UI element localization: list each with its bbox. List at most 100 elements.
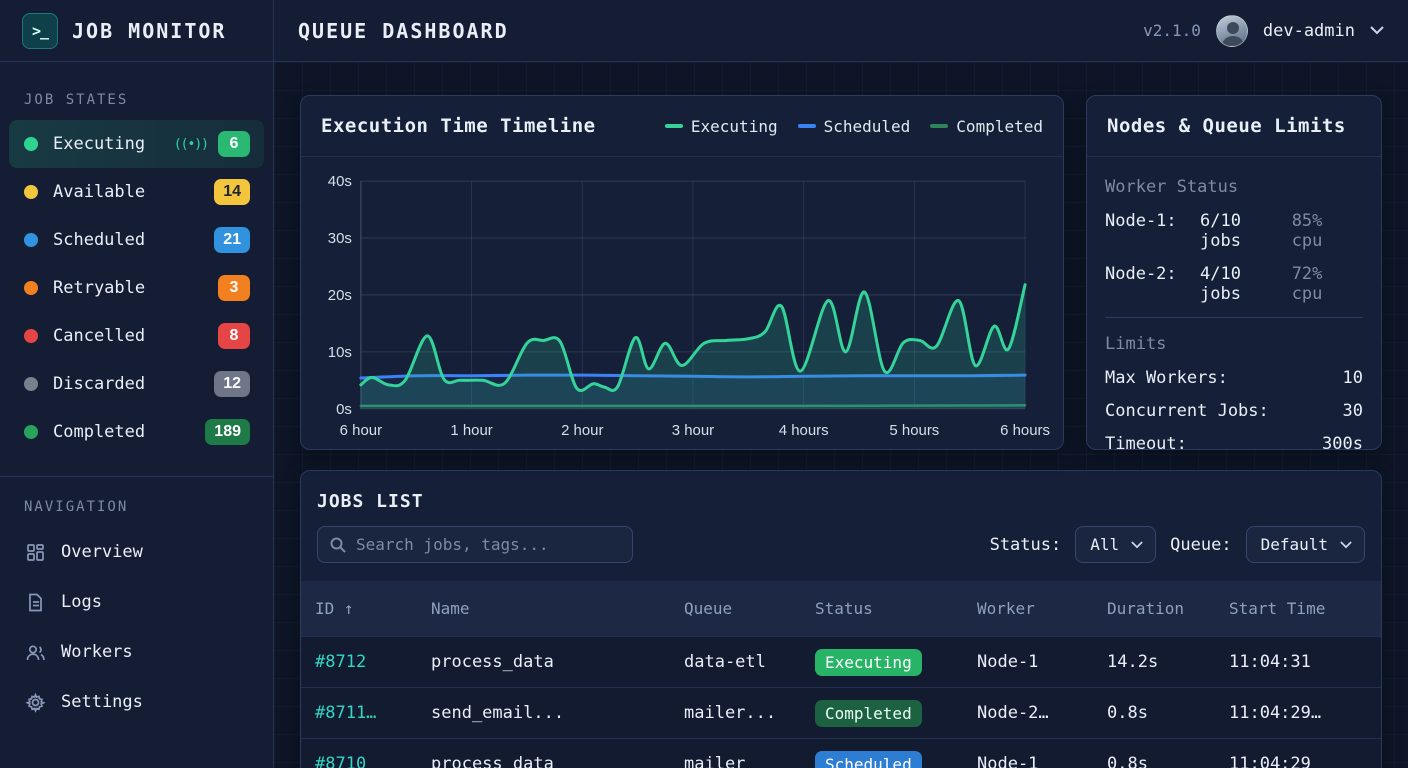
brand-area: >_ JOB MONITOR <box>0 0 274 61</box>
queue-filter-select[interactable]: Default <box>1245 526 1365 563</box>
status-filter-label: Status: <box>989 534 1062 555</box>
sidebar-item-retryable[interactable]: Retryable 3 <box>9 264 264 312</box>
state-label: Available <box>53 182 146 202</box>
jobs-list-card: JOBS LIST Status: All Que <box>300 470 1382 768</box>
node-jobs: 4/10 jobs <box>1200 264 1241 304</box>
legend-item-executing[interactable]: Executing <box>664 116 778 136</box>
nav-item-label: Workers <box>61 642 133 662</box>
job-id-link[interactable]: #8711… <box>301 703 417 723</box>
job-states-section-label: JOB STATES <box>24 92 129 108</box>
worker-status-row: Node-2: 4/10 jobs 72% cpu <box>1105 264 1363 304</box>
status-dot <box>24 137 38 151</box>
job-id-link[interactable]: #8710 <box>301 754 417 768</box>
job-start-time: 11:04:29… <box>1229 703 1322 723</box>
grid-icon <box>27 543 44 561</box>
count-badge: 3 <box>218 275 250 301</box>
table-row[interactable]: #8712 process_data data-etl Executing Node-1… <box>301 636 1381 687</box>
legend-item-scheduled[interactable]: Scheduled <box>797 116 911 136</box>
pulse-icon: ((•)) <box>173 136 209 152</box>
job-duration: 0.8s <box>1107 754 1148 768</box>
status-badge: Completed <box>815 699 922 727</box>
sidebar-item-cancelled[interactable]: Cancelled 8 <box>9 312 264 360</box>
job-worker: Node-1 <box>977 652 1039 672</box>
nodes-card-header: Nodes & Queue Limits <box>1087 96 1381 157</box>
queue-filter-label: Queue: <box>1170 534 1232 555</box>
sidebar-item-executing[interactable]: Executing ((•)) 6 <box>9 120 264 168</box>
legend-label: Scheduled <box>823 116 911 136</box>
chart-card-header: Execution Time Timeline Executing Schedul… <box>301 96 1063 157</box>
job-states-list: Executing ((•)) 6 Available 14 Scheduled 21 Ret… <box>0 120 273 456</box>
status-badge: Scheduled <box>815 750 922 768</box>
chevron-down-icon <box>1131 540 1143 548</box>
avatar[interactable] <box>1215 14 1248 47</box>
column-header-worker[interactable]: Worker <box>963 599 1093 618</box>
status-filter-select[interactable]: All <box>1075 526 1157 563</box>
column-header-name[interactable]: Name <box>417 599 670 618</box>
nodes-divider <box>1105 317 1363 318</box>
status-filter-value: All <box>1090 535 1120 554</box>
svg-text:1 hour: 1 hour <box>450 422 492 439</box>
job-queue: data-etl <box>684 652 766 672</box>
legend-dash <box>930 124 949 128</box>
chevron-down-icon <box>1340 540 1352 548</box>
sidebar-item-available[interactable]: Available 14 <box>9 168 264 216</box>
state-label: Discarded <box>53 374 146 394</box>
status-dot <box>24 185 38 199</box>
column-header-duration[interactable]: Duration <box>1093 599 1215 618</box>
sidebar-item-completed[interactable]: Completed 189 <box>9 408 264 456</box>
limit-label: Max Workers: <box>1105 368 1228 388</box>
main-content: Execution Time Timeline Executing Schedul… <box>274 62 1408 768</box>
table-row[interactable]: #8711… send_email... mailer... Completed Nod… <box>301 687 1381 738</box>
terminal-icon: >_ <box>22 12 58 49</box>
svg-text:5 hours: 5 hours <box>889 422 939 439</box>
limit-value: 10 <box>1342 368 1363 388</box>
column-header-queue[interactable]: Queue <box>670 599 801 618</box>
legend-item-completed[interactable]: Completed <box>930 117 1043 136</box>
sidebar-divider <box>0 476 273 477</box>
job-start-time: 11:04:29 <box>1229 754 1311 768</box>
header-main: QUEUE DASHBOARD v2.1.0 dev-admin <box>274 0 1408 61</box>
svg-text:30s: 30s <box>328 230 352 247</box>
job-name: process_data <box>431 652 554 672</box>
jobs-filters-row: Status: All Queue: Default <box>301 512 1381 581</box>
nodes-card-body: Worker Status Node-1: 6/10 jobs 85% cpu Nod… <box>1087 157 1381 487</box>
limit-value: 300s <box>1322 434 1363 454</box>
node-cpu: 85% cpu <box>1291 211 1323 251</box>
sidebar-item-logs[interactable]: Logs <box>0 577 273 627</box>
table-row[interactable]: #8710 process_data mailer Scheduled Node-1 0.… <box>301 738 1381 768</box>
legend-dash <box>664 124 683 128</box>
chart-legend: Executing Scheduled Completed <box>664 116 1043 136</box>
node-name: Node-2: <box>1105 264 1177 284</box>
app-brand: JOB MONITOR <box>72 18 227 43</box>
navigation-list: Overview Logs Workers Settings <box>0 527 273 727</box>
limit-label: Timeout: <box>1105 434 1187 454</box>
jobs-table-body: #8712 process_data data-etl Executing Node-1… <box>301 636 1381 768</box>
node-jobs: 6/10 jobs <box>1200 211 1241 251</box>
state-label: Completed <box>53 422 146 442</box>
legend-label: Executing <box>690 116 778 136</box>
limit-row: Max Workers: 10 <box>1105 368 1363 388</box>
sidebar-item-scheduled[interactable]: Scheduled 21 <box>9 216 264 264</box>
job-id-link[interactable]: #8712 <box>301 652 417 672</box>
node-cpu: 72% cpu <box>1291 264 1323 304</box>
person-silhouette-icon <box>1221 21 1245 46</box>
node-name: Node-1: <box>1105 211 1177 231</box>
chevron-down-icon[interactable] <box>1370 26 1384 35</box>
navigation-section-label: NAVIGATION <box>24 499 129 515</box>
nav-item-label: Settings <box>61 692 143 712</box>
column-header-status[interactable]: Status <box>801 599 963 618</box>
user-menu[interactable]: dev-admin <box>1263 21 1355 41</box>
column-header-id[interactable]: ID ↑ <box>301 599 417 618</box>
column-header-starttime[interactable]: Start Time <box>1215 599 1381 618</box>
job-duration: 14.2s <box>1107 652 1159 672</box>
gear-icon <box>25 692 46 713</box>
sidebar-item-workers[interactable]: Workers <box>0 627 273 677</box>
sidebar: JOB STATES Executing ((•)) 6 Available 14 Sch… <box>0 62 274 768</box>
search-input[interactable] <box>356 535 620 554</box>
sidebar-item-discarded[interactable]: Discarded 12 <box>9 360 264 408</box>
sidebar-item-settings[interactable]: Settings <box>0 677 273 727</box>
job-status-cell: Executing <box>801 648 963 676</box>
top-header: >_ JOB MONITOR QUEUE DASHBOARD v2.1.0 de… <box>0 0 1408 62</box>
sidebar-item-overview[interactable]: Overview <box>0 527 273 577</box>
svg-text:3 hour: 3 hour <box>672 422 714 439</box>
